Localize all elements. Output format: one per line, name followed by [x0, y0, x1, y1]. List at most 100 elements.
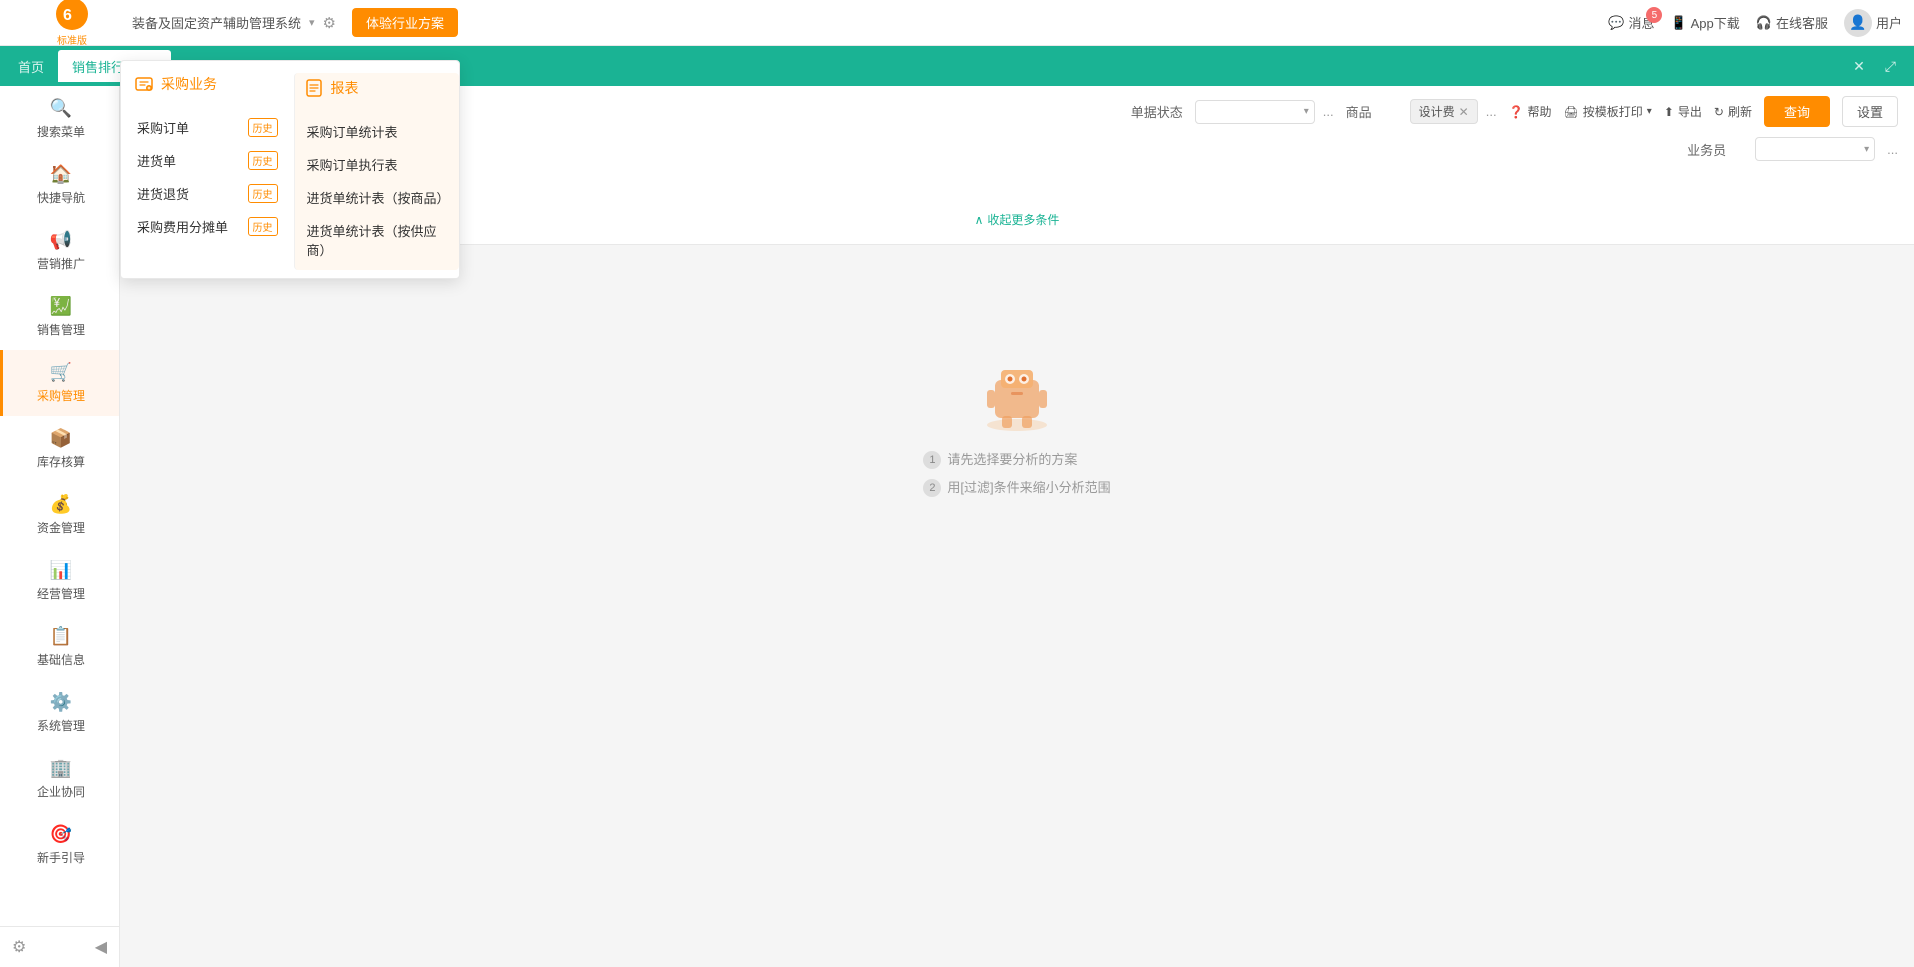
goods-tag-text: 设计费 — [1419, 103, 1455, 120]
collapse-arrow-icon: ∧ — [975, 213, 984, 227]
salesman-more-dots[interactable]: ... — [1887, 142, 1898, 157]
purchase-dropdown-menu: 采购业务 采购订单 历史 进货单 历史 进货退货 历史 采购费用分摊单 历史 — [120, 60, 460, 279]
return-label: 进货退货 — [137, 184, 189, 203]
menu-item-expense[interactable]: 采购费用分摊单 历史 — [133, 210, 282, 243]
status-select[interactable] — [1195, 100, 1315, 124]
salesman-label: 业务员 — [1687, 140, 1743, 159]
stock-icon: 📦 — [50, 428, 72, 449]
menu-item-order-exec[interactable]: 采购订单执行表 — [303, 148, 452, 181]
sidebar-item-quick-nav-label: 快捷导航 — [37, 189, 85, 206]
app-download-label: App下载 — [1691, 13, 1740, 32]
message-icon: 💬 — [1608, 15, 1624, 31]
purchase-business-header: 采购业务 — [133, 73, 282, 101]
app-download-item[interactable]: 📱 App下载 — [1670, 13, 1739, 32]
tab-close-all-icon[interactable]: ✕ — [1847, 56, 1871, 77]
sidebar-item-sales[interactable]: 💹 销售管理 — [0, 284, 119, 350]
status-select-wrap: ▾ — [1195, 100, 1315, 124]
industry-button[interactable]: 体验行业方案 — [352, 8, 458, 37]
print-icon: 🖨 — [1564, 105, 1579, 119]
order-exec-label: 采购订单执行表 — [307, 155, 398, 174]
top-right-area: 💬 消息 5 📱 App下载 🎧 在线客服 👤 用户 — [1608, 9, 1902, 37]
sidebar-item-quick-nav[interactable]: 🏠 快捷导航 — [0, 152, 119, 218]
top-nav: 6 标准版 装备及固定资产辅助管理系统 ▾ ⚙ 体验行业方案 💬 消息 5 📱 … — [0, 0, 1914, 46]
incoming-stat-supplier-label: 进货单统计表（按供应商） — [307, 221, 448, 259]
system-title-dropdown-icon[interactable]: ▾ — [309, 16, 315, 29]
refresh-btn[interactable]: ↻ 刷新 — [1714, 103, 1752, 120]
logo-area: 6 标准版 — [12, 0, 132, 47]
status-row: 单据状态 ▾ ... — [1131, 100, 1334, 124]
logo-subtitle: 标准版 — [57, 32, 87, 47]
tab-home-label: 首页 — [18, 57, 44, 76]
goods-tag: 设计费 ✕ — [1410, 99, 1478, 124]
help-btn[interactable]: ❓ 帮助 — [1509, 103, 1552, 120]
report-title: 报表 — [331, 78, 359, 98]
sidebar-item-capital-label: 资金管理 — [37, 519, 85, 536]
expense-history-tag: 历史 — [248, 217, 278, 236]
menu-item-order-stat[interactable]: 采购订单统计表 — [303, 115, 452, 148]
online-service-item[interactable]: 🎧 在线客服 — [1756, 13, 1828, 32]
collapse-label: 收起更多条件 — [987, 211, 1059, 228]
sidebar-item-stock[interactable]: 📦 库存核算 — [0, 416, 119, 482]
sidebar: 🔍 搜索菜单 🏠 快捷导航 📢 营销推广 💹 销售管理 🛒 采购管理 📦 库存核… — [0, 86, 120, 967]
operation-icon: 📊 — [50, 560, 72, 581]
sidebar-item-search[interactable]: 🔍 搜索菜单 — [0, 86, 119, 152]
print-dropdown-icon[interactable]: ▾ — [1647, 106, 1652, 117]
tip-text-1: 请先选择要分析的方案 — [947, 448, 1077, 472]
status-more-dots[interactable]: ... — [1323, 104, 1334, 119]
expense-label: 采购费用分摊单 — [137, 217, 228, 236]
sidebar-item-enterprise[interactable]: 🏢 企业协同 — [0, 746, 119, 812]
gear-icon[interactable]: ⚙ — [323, 14, 336, 32]
order-stat-label: 采购订单统计表 — [307, 122, 398, 141]
help-icon: ❓ — [1509, 105, 1524, 119]
purchase-business-column: 采购业务 采购订单 历史 进货单 历史 进货退货 历史 采购费用分摊单 历史 — [121, 73, 294, 270]
user-item[interactable]: 👤 用户 — [1844, 9, 1902, 37]
system-title-text: 装备及固定资产辅助管理系统 — [132, 13, 301, 32]
sidebar-item-base[interactable]: 📋 基础信息 — [0, 614, 119, 680]
message-nav-item[interactable]: 💬 消息 5 — [1608, 13, 1654, 32]
purchase-business-title: 采购业务 — [161, 74, 217, 94]
svg-text:6: 6 — [63, 7, 72, 24]
collapse-sidebar-icon[interactable]: ◀ — [95, 937, 107, 957]
tab-expand-icon[interactable]: ⤢ — [1879, 56, 1902, 77]
sidebar-item-marketing[interactable]: 📢 营销推广 — [0, 218, 119, 284]
return-history-tag: 历史 — [248, 184, 278, 203]
menu-item-return[interactable]: 进货退货 历史 — [133, 177, 282, 210]
menu-item-incoming[interactable]: 进货单 历史 — [133, 144, 282, 177]
salesman-select[interactable] — [1755, 137, 1875, 161]
print-btn[interactable]: 🖨 按模板打印 ▾ — [1564, 103, 1652, 120]
incoming-stat-goods-label: 进货单统计表（按商品） — [307, 188, 448, 207]
menu-item-purchase-order[interactable]: 采购订单 历史 — [133, 111, 282, 144]
purchase-header-icon — [133, 73, 155, 95]
message-badge: 5 — [1646, 7, 1662, 23]
report-header: 报表 — [303, 77, 452, 105]
sidebar-item-newbie[interactable]: 🎯 新手引导 — [0, 812, 119, 878]
marketing-icon: 📢 — [50, 230, 72, 251]
export-btn[interactable]: ⬆ 导出 — [1664, 103, 1702, 120]
sidebar-item-purchase[interactable]: 🛒 采购管理 — [0, 350, 119, 416]
newbie-icon: 🎯 — [50, 824, 72, 845]
capital-icon: 💰 — [50, 494, 72, 515]
goods-more-dots[interactable]: ... — [1486, 104, 1497, 119]
sidebar-item-marketing-label: 营销推广 — [37, 255, 85, 272]
sidebar-item-operation[interactable]: 📊 经营管理 — [0, 548, 119, 614]
tab-home[interactable]: 首页 — [4, 50, 58, 82]
query-button[interactable]: 查询 — [1764, 96, 1830, 127]
menu-item-incoming-stat-goods[interactable]: 进货单统计表（按商品） — [303, 181, 452, 214]
goods-tag-close[interactable]: ✕ — [1459, 105, 1469, 119]
system-title-area: 装备及固定资产辅助管理系统 ▾ ⚙ 体验行业方案 — [132, 8, 1608, 37]
settings-bottom-icon[interactable]: ⚙ — [12, 937, 26, 957]
base-icon: 📋 — [50, 626, 72, 647]
menu-item-incoming-stat-supplier[interactable]: 进货单统计表（按供应商） — [303, 214, 452, 266]
avatar: 👤 — [1844, 9, 1872, 37]
purchase-icon: 🛒 — [50, 362, 72, 383]
empty-tips: 1 请先选择要分析的方案 2 用[过滤]条件来缩小分析范围 — [923, 448, 1110, 500]
home-icon: 🏠 — [50, 164, 72, 185]
tab-controls: ✕ ⤢ — [1847, 56, 1910, 77]
phone-icon: 📱 — [1670, 15, 1686, 31]
setting-button[interactable]: 设置 — [1842, 96, 1898, 127]
sidebar-item-capital[interactable]: 💰 资金管理 — [0, 482, 119, 548]
sidebar-item-system[interactable]: ⚙️ 系统管理 — [0, 680, 119, 746]
sidebar-item-sales-label: 销售管理 — [37, 321, 85, 338]
toolbar-right: ❓ 帮助 🖨 按模板打印 ▾ ⬆ 导出 ↻ 刷新 — [1509, 96, 1898, 127]
export-icon: ⬆ — [1664, 105, 1674, 119]
